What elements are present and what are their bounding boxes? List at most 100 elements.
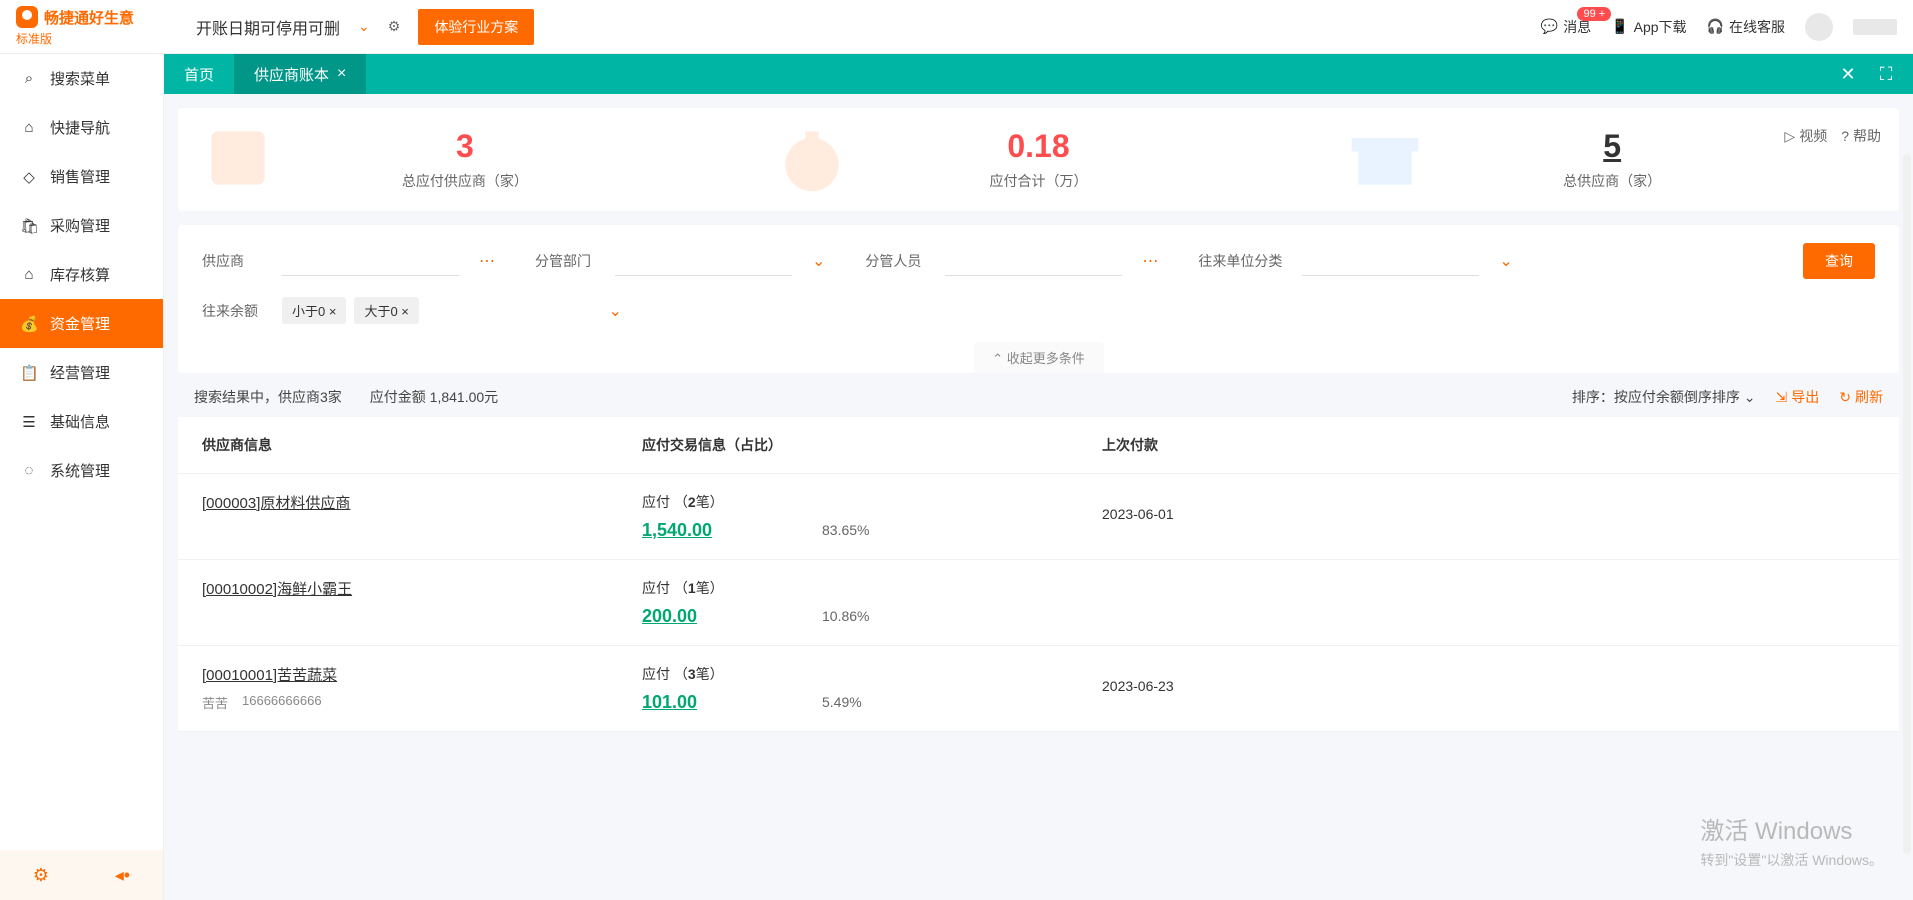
sidebar-icon: ◇ [20, 168, 38, 186]
chevron-down-icon[interactable]: ⌄ [812, 251, 825, 271]
sidebar-icon: 🛍 [20, 217, 38, 235]
sidebar-item-7[interactable]: ☰基础信息 [0, 397, 163, 446]
stats-card: ▷视频 ?帮助 3总应付供应商（家）0.18应付合计（万）5总供应商（家） [178, 108, 1899, 211]
sidebar-footer: ⚙ ◂• [0, 850, 163, 900]
filter-category-input[interactable] [1302, 246, 1479, 276]
filter-dept-input[interactable] [615, 246, 792, 276]
sidebar-item-2[interactable]: ◇ 销售管理 [0, 152, 163, 201]
collapse-filters-button[interactable]: ⌃ 收起更多条件 [974, 342, 1104, 373]
search-button[interactable]: 查询 [1803, 243, 1875, 279]
filter-person-label: 分管人员 [865, 251, 925, 271]
messages-button[interactable]: 💬 消息 99 + [1541, 17, 1591, 37]
result-summary-amount: 应付金额 1,841.00元 [370, 387, 498, 407]
table-row: [00010001]苦苦蔬菜苦苦16666666666应付 （3笔）101.00… [178, 646, 1899, 732]
result-bar: 搜索结果中，供应商3家 应付金额 1,841.00元 排序：按应付余额倒序排序 … [178, 377, 1899, 417]
sidebar-item-3[interactable]: 🛍采购管理 [0, 201, 163, 250]
stat-card-0: 3总应付供应商（家） [178, 118, 752, 201]
headset-icon: 🎧 [1707, 18, 1724, 35]
result-summary-count: 搜索结果中，供应商3家 [194, 387, 342, 407]
phone-icon: 📱 [1611, 18, 1628, 35]
col-supplier: 供应商信息 [202, 435, 642, 455]
message-icon: 💬 [1541, 18, 1558, 35]
filter-chip-1[interactable]: 大于0 × [354, 297, 418, 324]
col-pay: 上次付款 [1102, 435, 1875, 455]
app-download-button[interactable]: 📱 App下载 [1611, 17, 1686, 37]
sidebar-item-8[interactable]: ◌ 系统管理 [0, 446, 163, 495]
top-header: 畅捷通好生意 标准版 开账日期可停用可删 ⌄ ⚙ 体验行业方案 💬 消息 99 … [0, 0, 1913, 54]
sidebar-icon: ◌ [20, 462, 38, 479]
sidebar-item-4[interactable]: ⌂ 库存核算 [0, 250, 163, 299]
stat-icon [1345, 118, 1425, 198]
table-row: [00010002]海鲜小霸王应付 （1笔） 200.0010.86% [178, 560, 1899, 646]
filter-person-input[interactable] [945, 246, 1122, 276]
filter-supplier-input[interactable] [282, 246, 459, 276]
sidebar-icon: ⌂ [20, 119, 38, 136]
supplier-table: 供应商信息 应付交易信息（占比） 上次付款 [000003]原材料供应商应付 （… [178, 417, 1899, 732]
sidebar-item-6[interactable]: 📋经营管理 [0, 348, 163, 397]
tx-amount[interactable]: 200.00 [642, 606, 822, 627]
tab-close-icon[interactable]: × [337, 65, 346, 83]
scrollbar[interactable] [1903, 154, 1911, 854]
supplier-link[interactable]: [00010001]苦苦蔬菜 [202, 664, 642, 685]
filter-dept-label: 分管部门 [535, 251, 595, 271]
sidebar-label: 系统管理 [50, 460, 110, 481]
sidebar-label: 经营管理 [50, 362, 110, 383]
brand-name: 畅捷通好生意 [44, 7, 134, 28]
tab-0[interactable]: 首页 [164, 54, 234, 94]
stat-icon [198, 118, 278, 198]
sidebar-label: 资金管理 [50, 313, 110, 334]
user-name-placeholder [1853, 19, 1897, 35]
filter-category-label: 往来单位分类 [1198, 251, 1282, 271]
customer-service-button[interactable]: 🎧 在线客服 [1707, 17, 1785, 37]
brand-icon [16, 6, 38, 28]
sidebar-item-1[interactable]: ⌂快捷导航 [0, 103, 163, 152]
tx-count: 应付 （2笔） [642, 492, 822, 512]
tab-1[interactable]: 供应商账本× [234, 54, 366, 94]
export-icon: ⇲ [1776, 389, 1788, 406]
table-header: 供应商信息 应付交易信息（占比） 上次付款 [178, 417, 1899, 474]
sidebar: ⌕搜索菜单⌂快捷导航 ◇ 销售管理 🛍采购管理 ⌂ 库存核算 💰资金管理📋经营管理☰基础信息… [0, 54, 164, 900]
message-badge: 99 + [1577, 7, 1611, 21]
fullscreen-icon[interactable]: ⛶ [1871, 64, 1901, 85]
sidebar-label: 销售管理 [50, 166, 110, 187]
more-icon[interactable]: ⋯ [1142, 251, 1158, 271]
tx-pct: 10.86% [822, 608, 1102, 624]
sidebar-icon: ⌂ [20, 266, 38, 283]
collapse-sidebar-icon[interactable]: ◂• [115, 865, 130, 886]
supplier-link[interactable]: [000003]原材料供应商 [202, 492, 642, 513]
pay-date: 2023-06-23 [1102, 678, 1875, 694]
tx-pct: 83.65% [822, 522, 1102, 538]
tx-amount[interactable]: 101.00 [642, 692, 822, 713]
refresh-icon: ↻ [1839, 389, 1851, 406]
export-button[interactable]: ⇲导出 [1776, 387, 1820, 407]
sort-dropdown[interactable]: 排序：按应付余额倒序排序 ⌄ [1572, 387, 1756, 407]
filter-chip-0[interactable]: 小于0 × [282, 297, 346, 324]
supplier-link[interactable]: [00010002]海鲜小霸王 [202, 578, 642, 599]
tx-amount[interactable]: 1,540.00 [642, 520, 822, 541]
chevron-down-icon[interactable]: ⌄ [1499, 251, 1512, 271]
logo[interactable]: 畅捷通好生意 标准版 [16, 6, 166, 47]
close-tab-icon[interactable]: ✕ [1833, 64, 1863, 85]
page-title: 开账日期可停用可删 [196, 15, 340, 39]
stat-card-2[interactable]: 5总供应商（家） [1325, 118, 1899, 201]
sidebar-label: 库存核算 [50, 264, 110, 285]
gear-icon[interactable]: ⚙ [388, 18, 401, 35]
more-icon[interactable]: ⋯ [479, 251, 495, 271]
tx-count: 应付 （3笔） [642, 664, 822, 684]
sidebar-item-5[interactable]: 💰资金管理 [0, 299, 163, 348]
refresh-button[interactable]: ↻刷新 [1839, 387, 1883, 407]
sidebar-icon: ⌕ [20, 70, 38, 87]
stat-icon [772, 118, 852, 198]
chevron-down-icon[interactable]: ⌄ [358, 18, 370, 35]
sidebar-item-0[interactable]: ⌕搜索菜单 [0, 54, 163, 103]
chevron-down-icon[interactable]: ⌄ [609, 301, 622, 321]
filter-balance-label: 往来余额 [202, 301, 262, 321]
filter-supplier-label: 供应商 [202, 251, 262, 271]
settings-icon[interactable]: ⚙ [33, 865, 49, 886]
industry-plan-button[interactable]: 体验行业方案 [418, 9, 534, 45]
filter-card: 供应商 ⋯ 分管部门 ⌄ 分管人员 ⋯ 往来单 [178, 225, 1899, 373]
tx-count: 应付 （1笔） [642, 578, 822, 598]
pay-date: 2023-06-01 [1102, 506, 1875, 522]
avatar[interactable] [1805, 13, 1833, 41]
brand-version: 标准版 [16, 30, 166, 47]
